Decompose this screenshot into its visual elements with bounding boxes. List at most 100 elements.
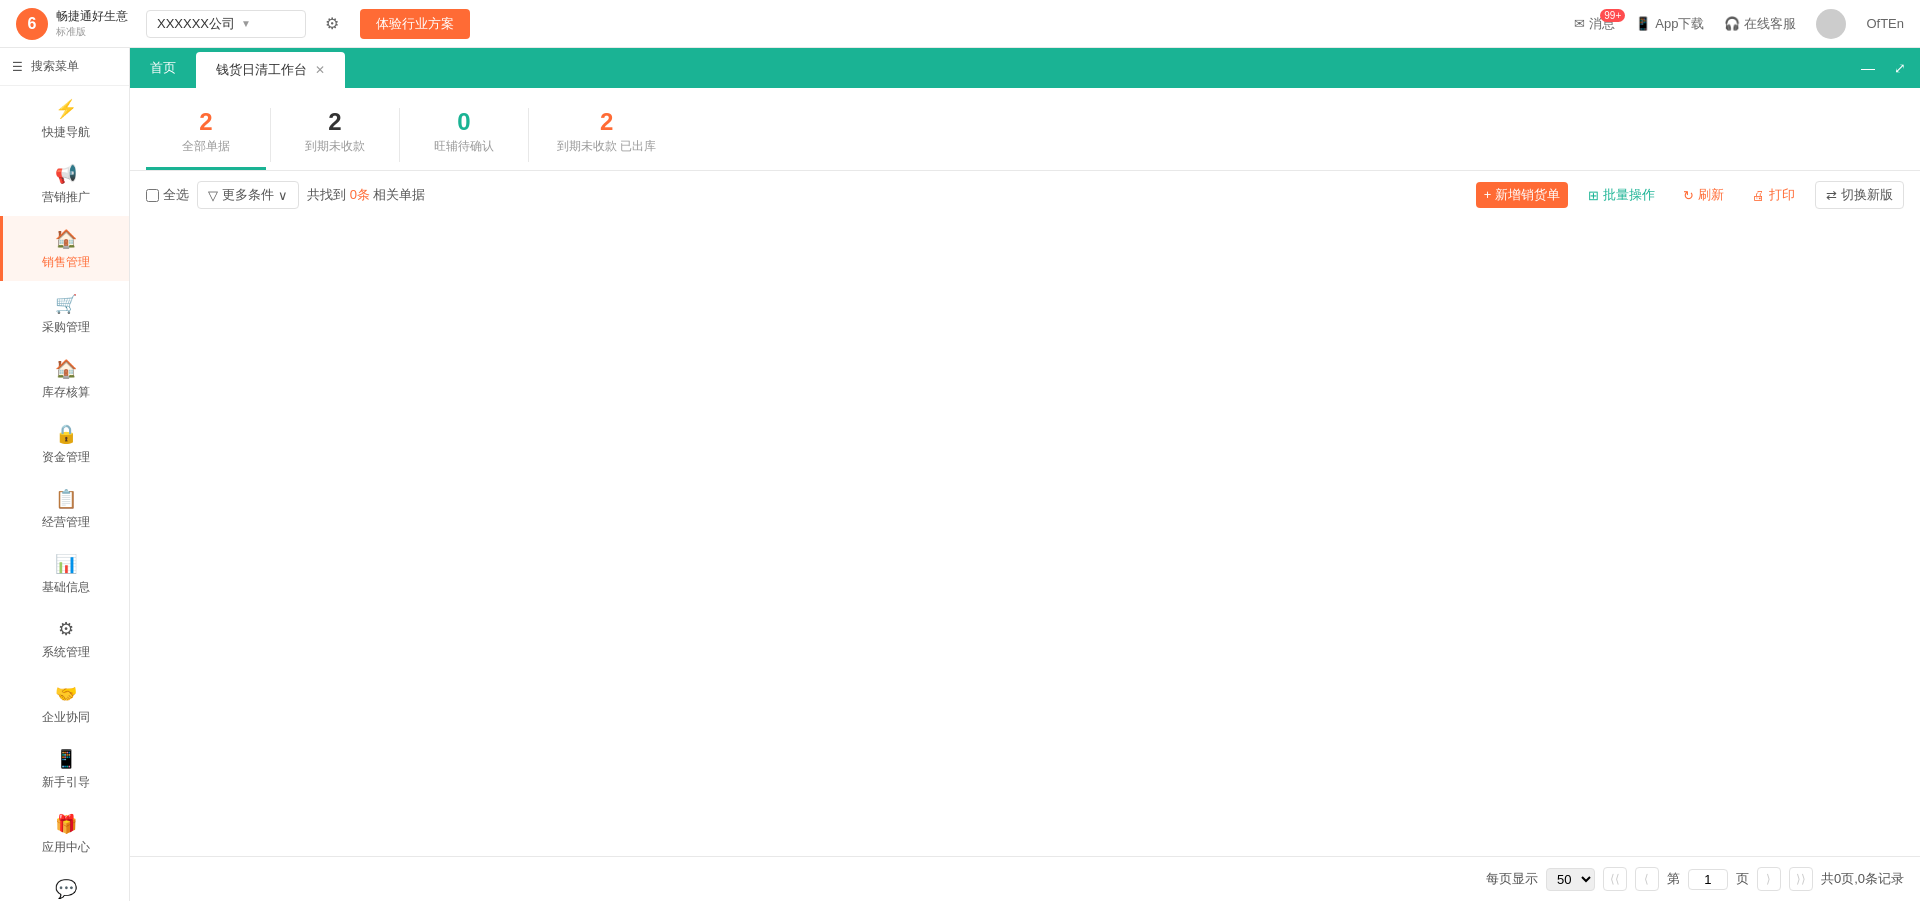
sidebar-label-cooperation: 企业协同 <box>42 709 90 726</box>
stat-all[interactable]: 2 全部单据 <box>146 100 266 170</box>
sidebar-item-guide[interactable]: 📱 新手引导 <box>0 736 129 801</box>
select-all-label: 全选 <box>163 186 189 204</box>
app-download-button[interactable]: 📱 App下载 <box>1635 15 1704 33</box>
sidebar-item-app-center[interactable]: 🎁 应用中心 <box>0 801 129 866</box>
toolbar-right: + 新增销货单 ⊞ 批量操作 ↻ 刷新 🖨 打印 ⇄ <box>1476 181 1904 209</box>
sidebar-label-guide: 新手引导 <box>42 774 90 791</box>
tab-maximize-button[interactable]: ⤢ <box>1888 56 1912 80</box>
prev-page-button[interactable]: ⟨ <box>1635 867 1659 891</box>
tab-minimize-button[interactable]: — <box>1856 56 1880 80</box>
tab-bar-actions: — ⤢ <box>1856 56 1920 80</box>
inventory-icon: 🏠 <box>55 358 77 380</box>
sidebar-label-marketing: 营销推广 <box>42 189 90 206</box>
operations-icon: 📋 <box>55 488 77 510</box>
batch-icon: ⊞ <box>1588 188 1599 203</box>
sidebar-item-quick-nav[interactable]: ⚡ 快捷导航 <box>0 86 129 151</box>
stat-divider-3 <box>528 108 529 162</box>
page-end-label: 页 <box>1736 870 1749 888</box>
sidebar-item-wechat[interactable]: 💬 企业微信 <box>0 866 129 901</box>
select-all-checkbox[interactable] <box>146 189 159 202</box>
next-page-button[interactable]: ⟩ <box>1757 867 1781 891</box>
app-body: ☰ 搜索菜单 ⚡ 快捷导航 📢 营销推广 🏠 销售管理 🛒 采购管理 🏠 库存核… <box>0 48 1920 901</box>
found-text: 共找到 0条 相关单据 <box>307 186 425 204</box>
last-page-button[interactable]: ⟩⟩ <box>1789 867 1813 891</box>
sidebar-item-system[interactable]: ⚙ 系统管理 <box>0 606 129 671</box>
logo-icon: 6 <box>16 8 48 40</box>
sidebar-item-purchase[interactable]: 🛒 采购管理 <box>0 281 129 346</box>
online-service-button[interactable]: 🎧 在线客服 <box>1724 15 1796 33</box>
search-menu-item[interactable]: ☰ 搜索菜单 <box>0 48 129 86</box>
search-menu-label: 搜索菜单 <box>31 58 79 75</box>
stat-pending-num: 0 <box>457 108 470 136</box>
print-label: 打印 <box>1769 186 1795 204</box>
refresh-label: 刷新 <box>1698 186 1724 204</box>
table-area <box>130 219 1920 856</box>
stat-overdue-label: 到期未收款 <box>305 138 365 155</box>
tab-workbench[interactable]: 钱货日清工作台 ✕ <box>196 52 345 88</box>
total-text: 共0页,0条记录 <box>1821 870 1904 888</box>
message-button[interactable]: ✉ 消息 99+ <box>1574 15 1615 33</box>
sidebar-item-marketing[interactable]: 📢 营销推广 <box>0 151 129 216</box>
first-page-button[interactable]: ⟨⟨ <box>1603 867 1627 891</box>
switch-icon: ⇄ <box>1826 188 1837 203</box>
stat-pending-label: 旺辅待确认 <box>434 138 494 155</box>
trial-button[interactable]: 体验行业方案 <box>360 9 470 39</box>
sidebar-label-inventory: 库存核算 <box>42 384 90 401</box>
stat-overdue-shipped[interactable]: 2 到期未收款 已出库 <box>533 100 680 170</box>
sidebar-item-operations[interactable]: 📋 经营管理 <box>0 476 129 541</box>
page-number-input[interactable] <box>1688 869 1728 890</box>
finance-icon: 🔒 <box>55 423 77 445</box>
message-badge: 99+ <box>1600 9 1625 22</box>
add-sales-order-button[interactable]: + 新增销货单 <box>1476 182 1568 208</box>
tab-close-button[interactable]: ✕ <box>315 63 325 77</box>
select-all-checkbox-label[interactable]: 全选 <box>146 186 189 204</box>
sidebar: ☰ 搜索菜单 ⚡ 快捷导航 📢 营销推广 🏠 销售管理 🛒 采购管理 🏠 库存核… <box>0 48 130 901</box>
basic-info-icon: 📊 <box>55 553 77 575</box>
tab-home[interactable]: 首页 <box>130 48 196 88</box>
filter-button[interactable]: ▽ 更多条件 ∨ <box>197 181 299 209</box>
stat-overdue-shipped-label: 到期未收款 已出库 <box>557 138 656 155</box>
stat-all-num: 2 <box>199 108 212 136</box>
quick-nav-icon: ⚡ <box>55 98 77 120</box>
company-dropdown-arrow: ▼ <box>241 18 251 29</box>
stat-all-label: 全部单据 <box>182 138 230 155</box>
filter-dropdown-icon: ∨ <box>278 188 288 203</box>
pagination: 每页显示 50 ⟨⟨ ⟨ 第 页 ⟩ ⟩⟩ 共0页,0条记录 <box>130 856 1920 901</box>
sidebar-item-cooperation[interactable]: 🤝 企业协同 <box>0 671 129 736</box>
app-center-icon: 🎁 <box>55 813 77 835</box>
sidebar-item-inventory[interactable]: 🏠 库存核算 <box>0 346 129 411</box>
wechat-icon: 💬 <box>55 878 77 900</box>
batch-operation-button[interactable]: ⊞ 批量操作 <box>1580 182 1663 208</box>
sidebar-item-sales[interactable]: 🏠 销售管理 <box>0 216 129 281</box>
sidebar-label-sales: 销售管理 <box>42 254 90 271</box>
logo-area: 6 畅捷通好生意 标准版 <box>16 8 146 40</box>
refresh-button[interactable]: ↻ 刷新 <box>1675 182 1732 208</box>
sidebar-item-basic-info[interactable]: 📊 基础信息 <box>0 541 129 606</box>
sidebar-label-finance: 资金管理 <box>42 449 90 466</box>
page-label: 第 <box>1667 870 1680 888</box>
print-icon: 🖨 <box>1752 188 1765 203</box>
per-page-select[interactable]: 50 <box>1546 868 1595 891</box>
tab-home-label: 首页 <box>150 59 176 77</box>
company-selector[interactable]: XXXXXX公司 ▼ <box>146 10 306 38</box>
stat-pending[interactable]: 0 旺辅待确认 <box>404 100 524 170</box>
system-icon: ⚙ <box>58 618 74 640</box>
sidebar-label-app-center: 应用中心 <box>42 839 90 856</box>
stat-overdue[interactable]: 2 到期未收款 <box>275 100 395 170</box>
top-header: 6 畅捷通好生意 标准版 XXXXXX公司 ▼ ⚙ 体验行业方案 ✉ 消息 99… <box>0 0 1920 48</box>
settings-button[interactable]: ⚙ <box>316 8 348 40</box>
add-btn-label: + 新增销货单 <box>1484 186 1560 204</box>
switch-version-button[interactable]: ⇄ 切换新版 <box>1815 181 1904 209</box>
avatar-name[interactable]: OfTEn <box>1866 16 1904 31</box>
stat-overdue-shipped-num: 2 <box>600 108 613 136</box>
sidebar-item-finance[interactable]: 🔒 资金管理 <box>0 411 129 476</box>
per-page-label: 每页显示 <box>1486 870 1538 888</box>
app-download-label: App下载 <box>1655 15 1704 33</box>
print-button[interactable]: 🖨 打印 <box>1744 182 1803 208</box>
found-count: 0条 <box>350 187 370 202</box>
service-label: 在线客服 <box>1744 15 1796 33</box>
sidebar-label-operations: 经营管理 <box>42 514 90 531</box>
sidebar-label-quick-nav: 快捷导航 <box>42 124 90 141</box>
tab-workbench-label: 钱货日清工作台 <box>216 61 307 79</box>
avatar[interactable] <box>1816 9 1846 39</box>
